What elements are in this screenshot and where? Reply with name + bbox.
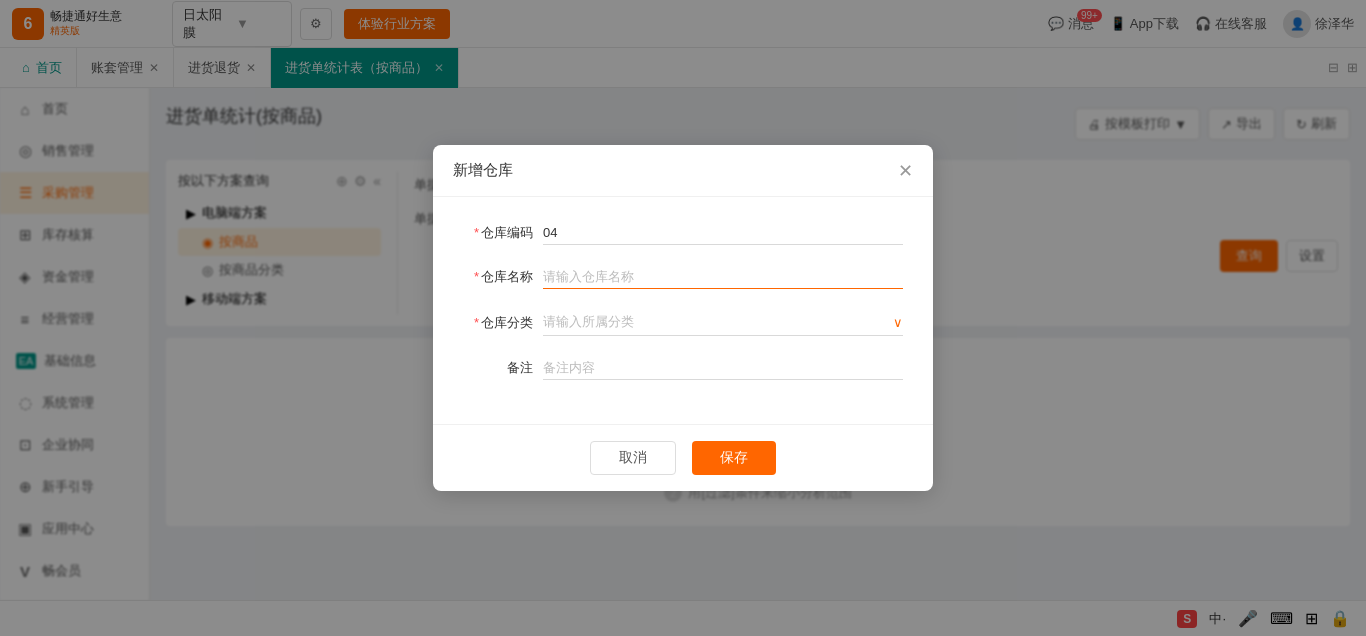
category-dropdown-icon: ∨ (893, 315, 903, 330)
note-input[interactable] (543, 356, 903, 380)
form-row-name: 仓库名称 (463, 265, 903, 289)
modal-footer: 取消 保存 (433, 424, 933, 491)
modal-header: 新增仓库 ✕ (433, 145, 933, 197)
form-row-category: 仓库分类 请输入所属分类 ∨ (463, 309, 903, 336)
modal-title: 新增仓库 (453, 161, 513, 180)
form-row-code: 仓库编码 (463, 221, 903, 245)
save-button[interactable]: 保存 (692, 441, 776, 475)
name-input[interactable] (543, 265, 903, 289)
code-input[interactable] (543, 221, 903, 245)
modal-body: 仓库编码 仓库名称 仓库分类 请输入所属分类 ∨ 备注 (433, 197, 933, 424)
modal-new-warehouse: 新增仓库 ✕ 仓库编码 仓库名称 仓库分类 请输入所属分类 ∨ (433, 145, 933, 491)
category-placeholder: 请输入所属分类 (543, 313, 893, 331)
modal-close-button[interactable]: ✕ (898, 162, 913, 180)
name-label: 仓库名称 (463, 268, 543, 286)
modal-overlay: 新增仓库 ✕ 仓库编码 仓库名称 仓库分类 请输入所属分类 ∨ (0, 0, 1366, 636)
category-label: 仓库分类 (463, 314, 543, 332)
note-label: 备注 (463, 359, 543, 377)
category-select[interactable]: 请输入所属分类 ∨ (543, 309, 903, 336)
cancel-button[interactable]: 取消 (590, 441, 676, 475)
code-label: 仓库编码 (463, 224, 543, 242)
form-row-note: 备注 (463, 356, 903, 380)
